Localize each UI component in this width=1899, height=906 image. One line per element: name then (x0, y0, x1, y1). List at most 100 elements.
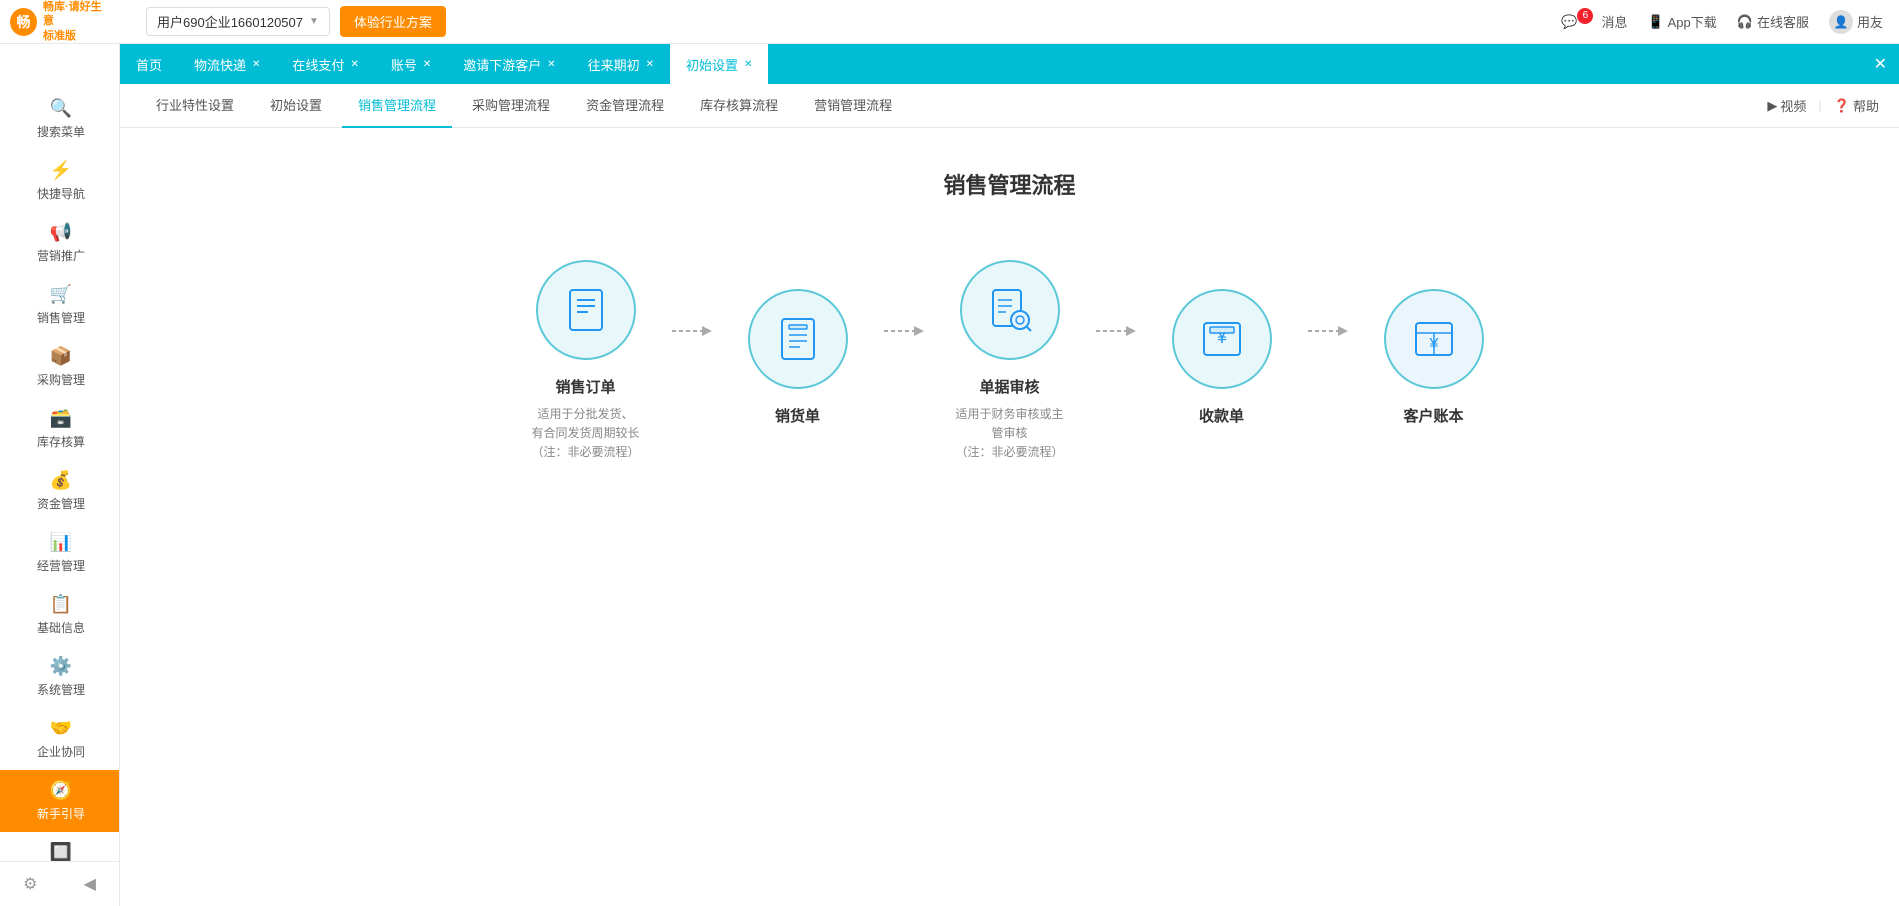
sub-tab-industry[interactable]: 行业特性设置 (140, 84, 250, 128)
collapse-icon[interactable]: ◀ (76, 870, 104, 898)
sidebar-item-search[interactable]: 🔍 搜索菜单 (0, 88, 119, 150)
nav-tab-account[interactable]: 账号 ✕ (375, 44, 447, 84)
lightning-icon: ⚡ (50, 160, 72, 181)
sidebar-item-inventory[interactable]: 🗃️ 库存核算 (0, 398, 119, 460)
flow-step-receipt: ¥ 收款单 (1142, 289, 1302, 434)
main-content: 行业特性设置 初始设置 销售管理流程 采购管理流程 资金管理流程 库存核算流程 … (120, 84, 1899, 906)
apps-icon: 🔲 (50, 842, 72, 861)
avatar-icon: 👤 (1829, 10, 1853, 34)
close-icon[interactable]: ✕ (423, 59, 431, 70)
flow-area: 销售管理流程 销售订单 适用于分批发货、有合同发货周期较长（注：非必要流程） (120, 128, 1899, 503)
megaphone-icon: 📢 (50, 222, 72, 243)
sidebar-item-collab[interactable]: 🤝 企业协同 (0, 708, 119, 770)
sub-tab-finance-flow[interactable]: 资金管理流程 (570, 84, 680, 128)
close-all-button[interactable]: ✕ (1862, 54, 1899, 74)
cart-icon: 🛒 (50, 284, 72, 305)
chevron-down-icon: ▼ (309, 16, 319, 27)
sidebar: 🔍 搜索菜单 ⚡ 快捷导航 📢 营销推广 🛒 销售管理 📦 采购管理 🗃️ 库存… (0, 44, 120, 906)
sidebar-item-quick[interactable]: ⚡ 快捷导航 (0, 150, 119, 212)
handshake-icon: 🤝 (50, 718, 72, 739)
flow-step-review: 单据审核 适用于财务审核或主管审核（注：非必要流程） (930, 260, 1090, 463)
flow-steps: 销售订单 适用于分批发货、有合同发货周期较长（注：非必要流程） (506, 260, 1514, 463)
sub-tab-actions: ▶ 视频 | ❓ 帮助 (1767, 96, 1879, 115)
nav-tabs: 首页 物流快递 ✕ 在线支付 ✕ 账号 ✕ 邀请下游客户 ✕ 往来期初 ✕ 初始… (120, 44, 1899, 84)
flow-step-ledger: ¥ 客户账本 (1354, 289, 1514, 434)
online-service-button[interactable]: 🎧 在线客服 (1737, 12, 1809, 31)
nav-tab-home[interactable]: 首页 (120, 44, 178, 84)
flow-circle-sales-order[interactable] (536, 260, 636, 360)
clipboard-icon: 📋 (50, 594, 72, 615)
user-avatar-button[interactable]: 👤 用友 (1829, 10, 1883, 34)
flow-circle-slip[interactable] (748, 289, 848, 389)
nav-tab-invite[interactable]: 邀请下游客户 ✕ (447, 44, 571, 84)
finance-icon: 💰 (50, 470, 72, 491)
flow-arrow-3 (1096, 321, 1136, 401)
message-badge: 6 (1577, 8, 1593, 24)
help-icon: ❓ (1834, 98, 1850, 114)
close-icon[interactable]: ✕ (646, 59, 654, 70)
video-link[interactable]: ▶ 视频 (1767, 96, 1806, 115)
sub-tab-inventory-flow[interactable]: 库存核算流程 (684, 84, 794, 128)
header-right: 💬 6 消息 📱 App下载 🎧 在线客服 👤 用友 (1561, 10, 1883, 34)
sidebar-item-basic[interactable]: 📋 基础信息 (0, 584, 119, 646)
play-icon: ▶ (1767, 98, 1777, 114)
sidebar-item-purchase[interactable]: 📦 采购管理 (0, 336, 119, 398)
sub-tab-sales-flow[interactable]: 销售管理流程 (342, 84, 452, 128)
sub-tab-initial[interactable]: 初始设置 (254, 84, 338, 128)
sidebar-bottom: ⚙ ◀ (0, 861, 119, 906)
step-desc-sales-order: 适用于分批发货、有合同发货周期较长（注：非必要流程） (531, 405, 639, 463)
sub-tab-marketing-flow[interactable]: 营销管理流程 (798, 84, 908, 128)
box-icon: 📦 (50, 346, 72, 367)
nav-tab-payment[interactable]: 在线支付 ✕ (276, 44, 374, 84)
sidebar-item-system[interactable]: ⚙️ 系统管理 (0, 646, 119, 708)
flow-circle-receipt[interactable]: ¥ (1172, 289, 1272, 389)
download-icon: 📱 (1647, 14, 1663, 30)
sub-tabs: 行业特性设置 初始设置 销售管理流程 采购管理流程 资金管理流程 库存核算流程 … (120, 84, 1899, 128)
flow-circle-ledger[interactable]: ¥ (1384, 289, 1484, 389)
sidebar-item-marketing[interactable]: 📢 营销推广 (0, 212, 119, 274)
sidebar-item-finance[interactable]: 💰 资金管理 (0, 460, 119, 522)
message-icon: 💬 (1561, 14, 1577, 30)
sidebar-item-apps[interactable]: 🔲 应用中心 (0, 832, 119, 861)
flow-arrow-1 (672, 321, 712, 401)
logo-area: 畅 畅库·请好生意 标准版 (0, 0, 120, 44)
user-selector[interactable]: 用户690企业1660120507 ▼ (146, 7, 330, 36)
flow-arrow-4 (1308, 321, 1348, 401)
close-icon[interactable]: ✕ (547, 59, 555, 70)
message-button[interactable]: 💬 6 消息 (1561, 12, 1627, 31)
search-icon: 🔍 (50, 98, 72, 119)
sidebar-item-operation[interactable]: 📊 经营管理 (0, 522, 119, 584)
help-link[interactable]: ❓ 帮助 (1834, 96, 1879, 115)
sub-tab-purchase-flow[interactable]: 采购管理流程 (456, 84, 566, 128)
logo-icon: 畅 (10, 8, 37, 36)
inventory-icon: 🗃️ (50, 408, 72, 429)
settings-bottom-icon[interactable]: ⚙ (15, 870, 45, 898)
chart-icon: 📊 (50, 532, 72, 553)
flow-circle-review[interactable] (960, 260, 1060, 360)
headset-icon: 🎧 (1737, 14, 1753, 30)
step-name-sales-order: 销售订单 (555, 376, 615, 397)
top-header: 用户690企业1660120507 ▼ 体验行业方案 💬 6 消息 📱 App下… (0, 0, 1899, 44)
step-name-receipt: 收款单 (1199, 405, 1244, 426)
flow-title: 销售管理流程 (943, 168, 1075, 200)
close-icon[interactable]: ✕ (350, 59, 358, 70)
gear-icon: ⚙️ (50, 656, 72, 677)
sidebar-item-guide[interactable]: 🧭 新手引导 (0, 770, 119, 832)
step-name-ledger: 客户账本 (1403, 405, 1463, 426)
step-name-review: 单据审核 (979, 376, 1039, 397)
trial-button[interactable]: 体验行业方案 (340, 6, 446, 37)
step-desc-review: 适用于财务审核或主管审核（注：非必要流程） (955, 405, 1063, 463)
close-icon[interactable]: ✕ (744, 59, 752, 70)
logo-text: 畅库·请好生意 标准版 (43, 0, 110, 43)
nav-tab-period[interactable]: 往来期初 ✕ (572, 44, 670, 84)
sidebar-nav: 🔍 搜索菜单 ⚡ 快捷导航 📢 营销推广 🛒 销售管理 📦 采购管理 🗃️ 库存… (0, 44, 119, 861)
nav-tab-setup[interactable]: 初始设置 ✕ (670, 44, 768, 84)
close-icon[interactable]: ✕ (252, 59, 260, 70)
step-name-slip: 销货单 (775, 405, 820, 426)
nav-tab-logistics[interactable]: 物流快递 ✕ (178, 44, 276, 84)
app-download-button[interactable]: 📱 App下载 (1647, 12, 1716, 31)
flow-arrow-2 (884, 321, 924, 401)
compass-icon: 🧭 (50, 780, 72, 801)
flow-step-sales-order: 销售订单 适用于分批发货、有合同发货周期较长（注：非必要流程） (506, 260, 666, 463)
sidebar-item-sales[interactable]: 🛒 销售管理 (0, 274, 119, 336)
